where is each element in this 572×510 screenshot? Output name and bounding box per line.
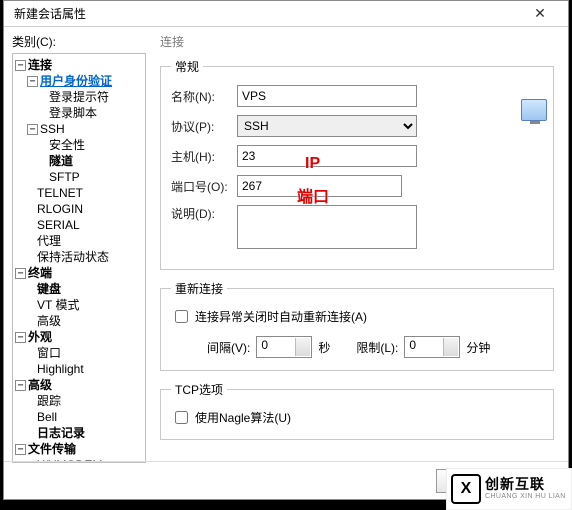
content-pane: 连接 常规 名称(N): 协议(P): SSH 主机(H):: [154, 27, 568, 461]
tree-node-logging[interactable]: 日志记录: [15, 425, 143, 441]
port-input[interactable]: [237, 175, 402, 197]
tree-node-appearance[interactable]: −外观: [15, 329, 143, 345]
tree-node-telnet[interactable]: TELNET: [15, 185, 143, 201]
reconnect-fieldset: 重新连接 连接异常关闭时自动重新连接(A) 间隔(V): 0 秒 限制(L): …: [160, 280, 554, 371]
host-label: 主机(H):: [171, 148, 237, 165]
tree-node-user-auth[interactable]: −用户身份验证: [15, 73, 143, 89]
tree-node-advanced[interactable]: −高级: [15, 377, 143, 393]
watermark: X 创新互联 CHUANG XIN HU LIAN: [446, 468, 572, 510]
tree-node-highlight[interactable]: Highlight: [15, 361, 143, 377]
interval-stepper[interactable]: 0: [256, 336, 312, 358]
auto-reconnect-checkbox[interactable]: [175, 310, 188, 323]
tree-node-terminal[interactable]: −终端: [15, 265, 143, 281]
port-label: 端口号(O):: [171, 178, 237, 195]
watermark-text-en: CHUANG XIN HU LIAN: [485, 493, 566, 501]
host-input[interactable]: [237, 145, 417, 167]
auto-reconnect-label: 连接异常关闭时自动重新连接(A): [195, 308, 367, 325]
tree-node-rlogin[interactable]: RLOGIN: [15, 201, 143, 217]
collapse-icon[interactable]: −: [15, 444, 26, 455]
dialog-title: 新建会话属性: [14, 5, 522, 22]
tree-node-keepalive[interactable]: 保持活动状态: [15, 249, 143, 265]
tree-node-keyboard[interactable]: 键盘: [15, 281, 143, 297]
page-heading: 连接: [160, 33, 554, 50]
tree-node-window[interactable]: 窗口: [15, 345, 143, 361]
protocol-select[interactable]: SSH: [237, 115, 417, 137]
limit-stepper[interactable]: 0: [404, 336, 460, 358]
tree-node-serial[interactable]: SERIAL: [15, 217, 143, 233]
tree-node-login-script[interactable]: 登录脚本: [15, 105, 143, 121]
collapse-icon[interactable]: −: [27, 124, 38, 135]
collapse-icon[interactable]: −: [15, 60, 26, 71]
nagle-checkbox[interactable]: [175, 411, 188, 424]
collapse-icon[interactable]: −: [15, 380, 26, 391]
nagle-label: 使用Nagle算法(U): [195, 409, 291, 426]
tree-node-sftp[interactable]: SFTP: [15, 169, 143, 185]
minutes-label: 分钟: [466, 339, 490, 356]
tree-node-vt-mode[interactable]: VT 模式: [15, 297, 143, 313]
close-icon[interactable]: ✕: [522, 2, 558, 26]
watermark-text-ch: 创新互联: [485, 477, 566, 492]
interval-label: 间隔(V):: [207, 339, 250, 356]
tree-node-login-prompt[interactable]: 登录提示符: [15, 89, 143, 105]
category-label: 类别(C):: [12, 33, 146, 50]
general-legend: 常规: [171, 58, 203, 75]
tree-node-tunnel[interactable]: 隧道: [15, 153, 143, 169]
tree-node-advanced-terminal[interactable]: 高级: [15, 313, 143, 329]
name-input[interactable]: [237, 85, 417, 107]
collapse-icon[interactable]: −: [27, 76, 38, 87]
tree-node-connection[interactable]: −连接: [15, 57, 143, 73]
monitor-icon: [521, 99, 547, 121]
tree-node-file-transfer[interactable]: −文件传输: [15, 441, 143, 457]
tree-node-bell[interactable]: Bell: [15, 409, 143, 425]
category-tree[interactable]: −连接 −用户身份验证 登录提示符 登录脚本 −SSH 安全性 隧道 SFTP …: [12, 53, 146, 463]
limit-label: 限制(L):: [356, 339, 398, 356]
name-label: 名称(N):: [171, 88, 237, 105]
watermark-logo-icon: X: [451, 474, 481, 504]
description-label: 说明(D):: [171, 205, 237, 222]
protocol-label: 协议(P):: [171, 118, 237, 135]
tree-node-trace[interactable]: 跟踪: [15, 393, 143, 409]
collapse-icon[interactable]: −: [15, 268, 26, 279]
tcp-legend: TCP选项: [171, 381, 227, 398]
seconds-label: 秒: [318, 339, 330, 356]
description-textarea[interactable]: [237, 205, 417, 249]
tree-node-proxy[interactable]: 代理: [15, 233, 143, 249]
titlebar[interactable]: 新建会话属性 ✕: [4, 1, 568, 27]
collapse-icon[interactable]: −: [15, 332, 26, 343]
reconnect-legend: 重新连接: [171, 280, 227, 297]
tcp-fieldset: TCP选项 使用Nagle算法(U): [160, 381, 554, 440]
tree-node-ssh[interactable]: −SSH: [15, 121, 143, 137]
session-properties-dialog: 新建会话属性 ✕ 类别(C): −连接 −用户身份验证 登录提示符 登录脚本 −…: [3, 0, 569, 500]
tree-node-security[interactable]: 安全性: [15, 137, 143, 153]
general-fieldset: 常规 名称(N): 协议(P): SSH 主机(H): 端口号: [160, 58, 554, 270]
